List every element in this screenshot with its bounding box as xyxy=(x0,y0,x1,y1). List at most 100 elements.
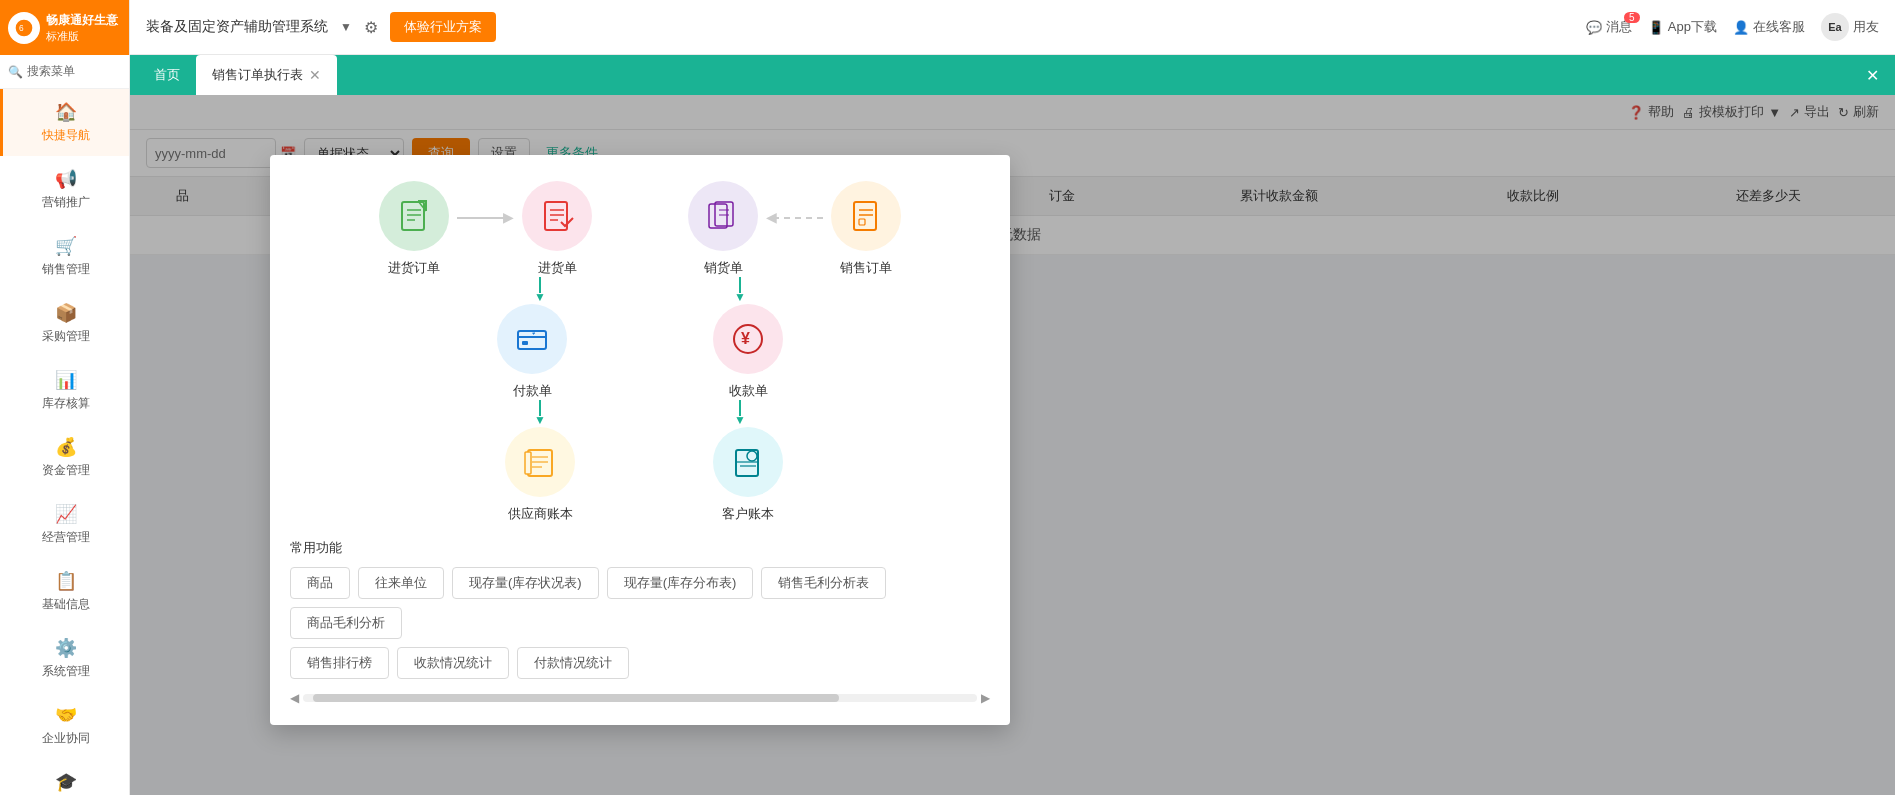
flow-node-sale-order[interactable]: 销售订单 xyxy=(831,181,901,277)
modal-overlay[interactable]: 进货订单 ▶ xyxy=(130,95,1895,795)
svg-point-31 xyxy=(747,451,757,461)
purchase-bill-label: 进货单 xyxy=(538,259,577,277)
sidebar-nav: 🏠 快捷导航 📢 营销推广 🛒 销售管理 📦 采购管理 📊 库存核算 💰 xyxy=(0,89,129,795)
app-download-button[interactable]: 📱 App下载 xyxy=(1648,18,1717,36)
func-btn-counterparty[interactable]: 往来单位 xyxy=(358,567,444,599)
function-buttons-row2: 销售排行榜 收款情况统计 付款情况统计 xyxy=(290,647,990,679)
scrollbar-track[interactable] xyxy=(303,694,977,702)
sidebar-item-beginner[interactable]: 🎓 新手引导 xyxy=(0,759,129,795)
graduation-icon: 🎓 xyxy=(55,771,77,793)
tab-close-icon[interactable]: ✕ xyxy=(309,67,321,83)
purchase-bill-circle xyxy=(522,181,592,251)
message-badge: 5 xyxy=(1624,12,1640,23)
svg-rect-21 xyxy=(522,341,528,345)
sale-order-label: 销售订单 xyxy=(840,259,892,277)
sidebar-item-management[interactable]: 📈 经营管理 xyxy=(0,491,129,558)
payment-circle: ¥ xyxy=(497,304,567,374)
system-title: 装备及固定资产辅助管理系统 xyxy=(146,18,328,36)
svg-rect-15 xyxy=(854,202,876,230)
func-btn-stock-dist[interactable]: 现存量(库存分布表) xyxy=(607,567,754,599)
logo-text: 畅康通好生意 标准版 xyxy=(46,12,118,44)
avatar: Ea xyxy=(1821,13,1849,41)
purchase-order-label: 进货订单 xyxy=(388,259,440,277)
flow-node-sale-bill[interactable]: 销货单 xyxy=(688,181,758,277)
sidebar-item-collaboration[interactable]: 🤝 企业协同 xyxy=(0,692,129,759)
receipt-circle: ¥ xyxy=(713,304,783,374)
logo-icon: 6 xyxy=(8,12,40,44)
system-dropdown[interactable]: ▼ xyxy=(340,20,352,34)
svg-rect-2 xyxy=(402,202,424,230)
flow-node-purchase-bill[interactable]: 进货单 xyxy=(522,181,592,277)
sidebar-item-sales[interactable]: 🛒 销售管理 xyxy=(0,223,129,290)
sidebar-item-marketing[interactable]: 📢 营销推广 xyxy=(0,156,129,223)
clipboard-icon: 📋 xyxy=(55,570,77,592)
header-right: 💬 消息 5 📱 App下载 👤 在线客服 Ea 用友 xyxy=(1586,13,1879,41)
customer-ledger-circle xyxy=(713,427,783,497)
func-btn-sales-margin[interactable]: 销售毛利分析表 xyxy=(761,567,886,599)
sidebar-item-purchase[interactable]: 📦 采购管理 xyxy=(0,290,129,357)
arrow-2: ◀ xyxy=(766,211,823,225)
func-btn-product-margin[interactable]: 商品毛利分析 xyxy=(290,607,402,639)
flow-node-customer-ledger[interactable]: 客户账本 xyxy=(713,427,783,523)
flow-node-purchase-order[interactable]: 进货订单 xyxy=(379,181,449,277)
sale-bill-circle xyxy=(688,181,758,251)
app-logo: 6 畅康通好生意 标准版 xyxy=(0,0,129,55)
flow-node-receipt[interactable]: ¥ 收款单 xyxy=(713,304,783,400)
arrow-1: ▶ xyxy=(457,211,514,225)
modal-body: 进货订单 ▶ xyxy=(270,155,1010,725)
cart-icon: 🛒 xyxy=(55,235,77,257)
sidebar-item-basic-info[interactable]: 📋 基础信息 xyxy=(0,558,129,625)
svg-text:6: 6 xyxy=(19,23,24,33)
service-icon: 👤 xyxy=(1733,20,1749,35)
supplier-ledger-label: 供应商账本 xyxy=(508,505,573,523)
func-btn-stock-status[interactable]: 现存量(库存状况表) xyxy=(452,567,599,599)
user-profile[interactable]: Ea 用友 xyxy=(1821,13,1879,41)
tab-sales-order[interactable]: 销售订单执行表 ✕ xyxy=(196,55,337,95)
flow-node-supplier-ledger[interactable]: 供应商账本 xyxy=(497,427,583,523)
svg-text:¥: ¥ xyxy=(741,330,750,347)
trending-icon: 📈 xyxy=(55,503,77,525)
sidebar: 6 畅康通好生意 标准版 🔍 搜索菜单 🏠 快捷导航 📢 营销推广 🛒 xyxy=(0,0,130,795)
func-btn-product[interactable]: 商品 xyxy=(290,567,350,599)
common-func-title: 常用功能 xyxy=(290,539,990,557)
common-functions: 常用功能 商品 往来单位 现存量(库存状况表) 现存量(库存分布表) 销售毛利分… xyxy=(290,539,990,679)
sale-bill-label: 销货单 xyxy=(704,259,743,277)
scroll-right-arrow[interactable]: ▶ xyxy=(981,691,990,705)
scrollbar-thumb xyxy=(313,694,839,702)
svg-rect-11 xyxy=(709,204,727,228)
message-icon: 💬 xyxy=(1586,20,1602,35)
customer-ledger-label: 客户账本 xyxy=(722,505,774,523)
func-btn-sales-ranking[interactable]: 销售排行榜 xyxy=(290,647,389,679)
svg-rect-12 xyxy=(715,202,733,226)
tab-bar: 首页 销售订单执行表 ✕ ✕ xyxy=(130,55,1895,95)
svg-rect-26 xyxy=(525,452,531,474)
megaphone-icon: 📢 xyxy=(55,168,77,190)
settings-icon[interactable]: ⚙ xyxy=(364,18,378,37)
sidebar-item-finance[interactable]: 💰 资金管理 xyxy=(0,424,129,491)
online-service-button[interactable]: 👤 在线客服 xyxy=(1733,18,1805,36)
main-content: 装备及固定资产辅助管理系统 ▼ ⚙ 体验行业方案 💬 消息 5 📱 App下载 … xyxy=(130,0,1895,795)
tab-bar-close-button[interactable]: ✕ xyxy=(1858,66,1887,85)
sidebar-item-system[interactable]: ⚙️ 系统管理 xyxy=(0,625,129,692)
flow-modal: 进货订单 ▶ xyxy=(270,155,1010,725)
message-button[interactable]: 💬 消息 5 xyxy=(1586,18,1632,36)
sale-order-circle xyxy=(831,181,901,251)
function-buttons: 商品 往来单位 现存量(库存状况表) 现存量(库存分布表) 销售毛利分析表 商品… xyxy=(290,567,990,639)
payment-label: 付款单 xyxy=(513,382,552,400)
scroll-left-arrow[interactable]: ◀ xyxy=(290,691,299,705)
chart-icon: 📊 xyxy=(55,369,77,391)
receipt-label: 收款单 xyxy=(729,382,768,400)
handshake-icon: 🤝 xyxy=(55,704,77,726)
search-menu[interactable]: 🔍 搜索菜单 xyxy=(0,55,129,89)
sidebar-item-inventory[interactable]: 📊 库存核算 xyxy=(0,357,129,424)
flow-node-payment[interactable]: ¥ 付款单 xyxy=(497,304,567,400)
func-btn-payment-stats[interactable]: 付款情况统计 xyxy=(517,647,629,679)
sidebar-item-quick-nav[interactable]: 🏠 快捷导航 xyxy=(0,89,129,156)
svg-point-0 xyxy=(16,19,33,36)
trial-button[interactable]: 体验行业方案 xyxy=(390,12,496,42)
tab-home[interactable]: 首页 xyxy=(138,55,196,95)
supplier-ledger-circle xyxy=(505,427,575,497)
func-btn-receipt-stats[interactable]: 收款情况统计 xyxy=(397,647,509,679)
home-icon: 🏠 xyxy=(55,101,77,123)
box-icon: 📦 xyxy=(55,302,77,324)
